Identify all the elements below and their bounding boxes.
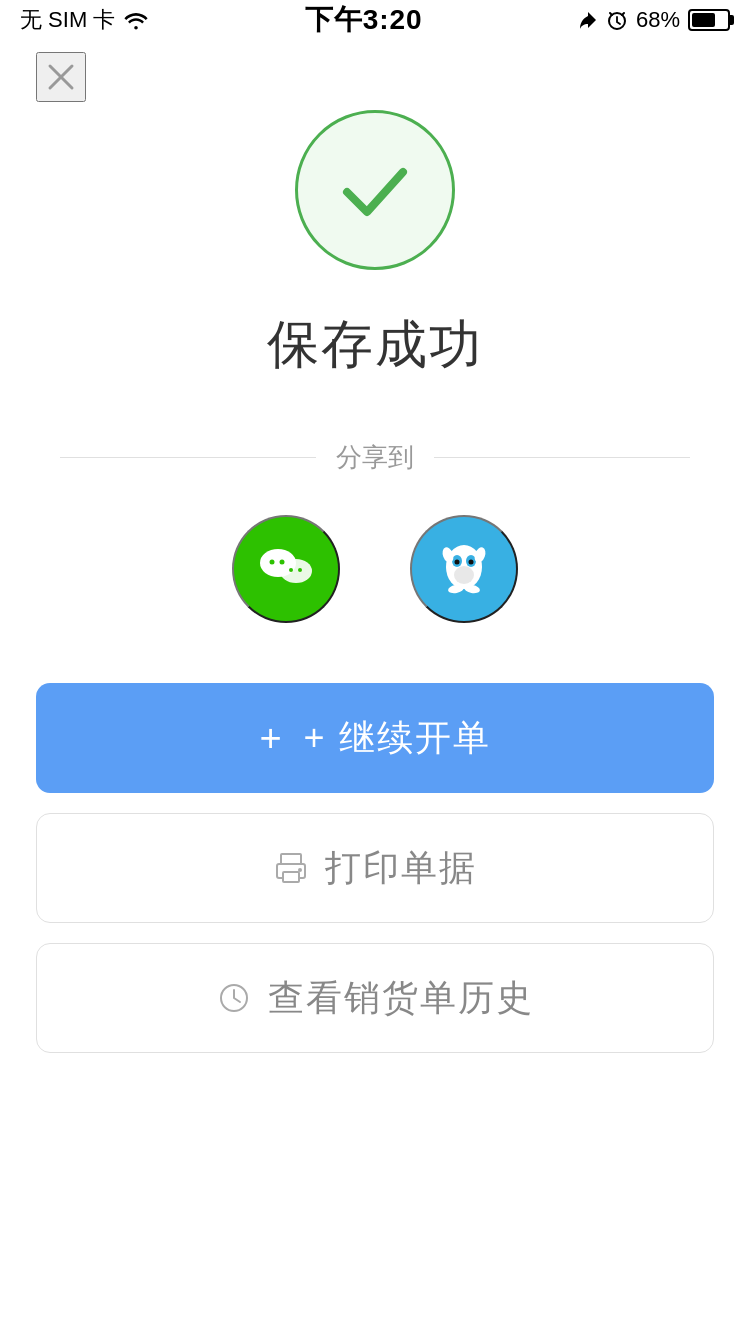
status-bar: 无 SIM 卡 下午3:20 68% [0,0,750,40]
status-time: 下午3:20 [305,1,423,39]
svg-point-13 [469,560,474,565]
history-icon [216,980,252,1016]
continue-icon: + [259,717,283,760]
history-button[interactable]: 查看销货单历史 [36,943,714,1053]
location-icon [578,10,598,30]
battery-icon [688,9,730,31]
svg-rect-22 [283,872,299,882]
no-sim-text: 无 SIM 卡 [20,5,115,35]
battery-percent: 68% [636,7,680,33]
success-icon-circle [295,110,455,270]
print-label: 打印单据 [325,844,477,893]
svg-point-7 [289,568,293,572]
svg-point-6 [280,560,285,565]
svg-rect-20 [281,854,301,864]
svg-point-23 [298,868,302,872]
continue-order-button[interactable]: + + 继续开单 [36,683,714,793]
share-icons [232,515,518,623]
wechat-share-button[interactable] [232,515,340,623]
share-section: 分享到 [0,440,750,623]
svg-point-5 [270,560,275,565]
svg-point-19 [454,566,474,584]
qq-share-button[interactable] [410,515,518,623]
printer-icon [273,850,309,886]
action-buttons: + + 继续开单 打印单据 查看销货单历史 [0,683,750,1053]
divider-right [434,457,690,458]
qq-icon [428,533,500,605]
status-right: 68% [578,7,730,33]
svg-point-8 [298,568,302,572]
continue-label: + 继续开单 [304,714,491,763]
status-left: 无 SIM 卡 [20,5,149,35]
svg-point-4 [280,559,312,583]
print-button[interactable]: 打印单据 [36,813,714,923]
success-title: 保存成功 [267,310,483,380]
wechat-icon [252,535,320,603]
wifi-icon [123,10,149,30]
divider-left [60,457,316,458]
checkmark-icon [335,150,415,230]
share-divider: 分享到 [0,440,750,475]
share-label: 分享到 [336,440,414,475]
main-content: 保存成功 分享到 [0,40,750,1053]
alarm-icon [606,9,628,31]
history-label: 查看销货单历史 [268,974,534,1023]
svg-point-12 [455,560,460,565]
close-button[interactable] [36,52,86,102]
